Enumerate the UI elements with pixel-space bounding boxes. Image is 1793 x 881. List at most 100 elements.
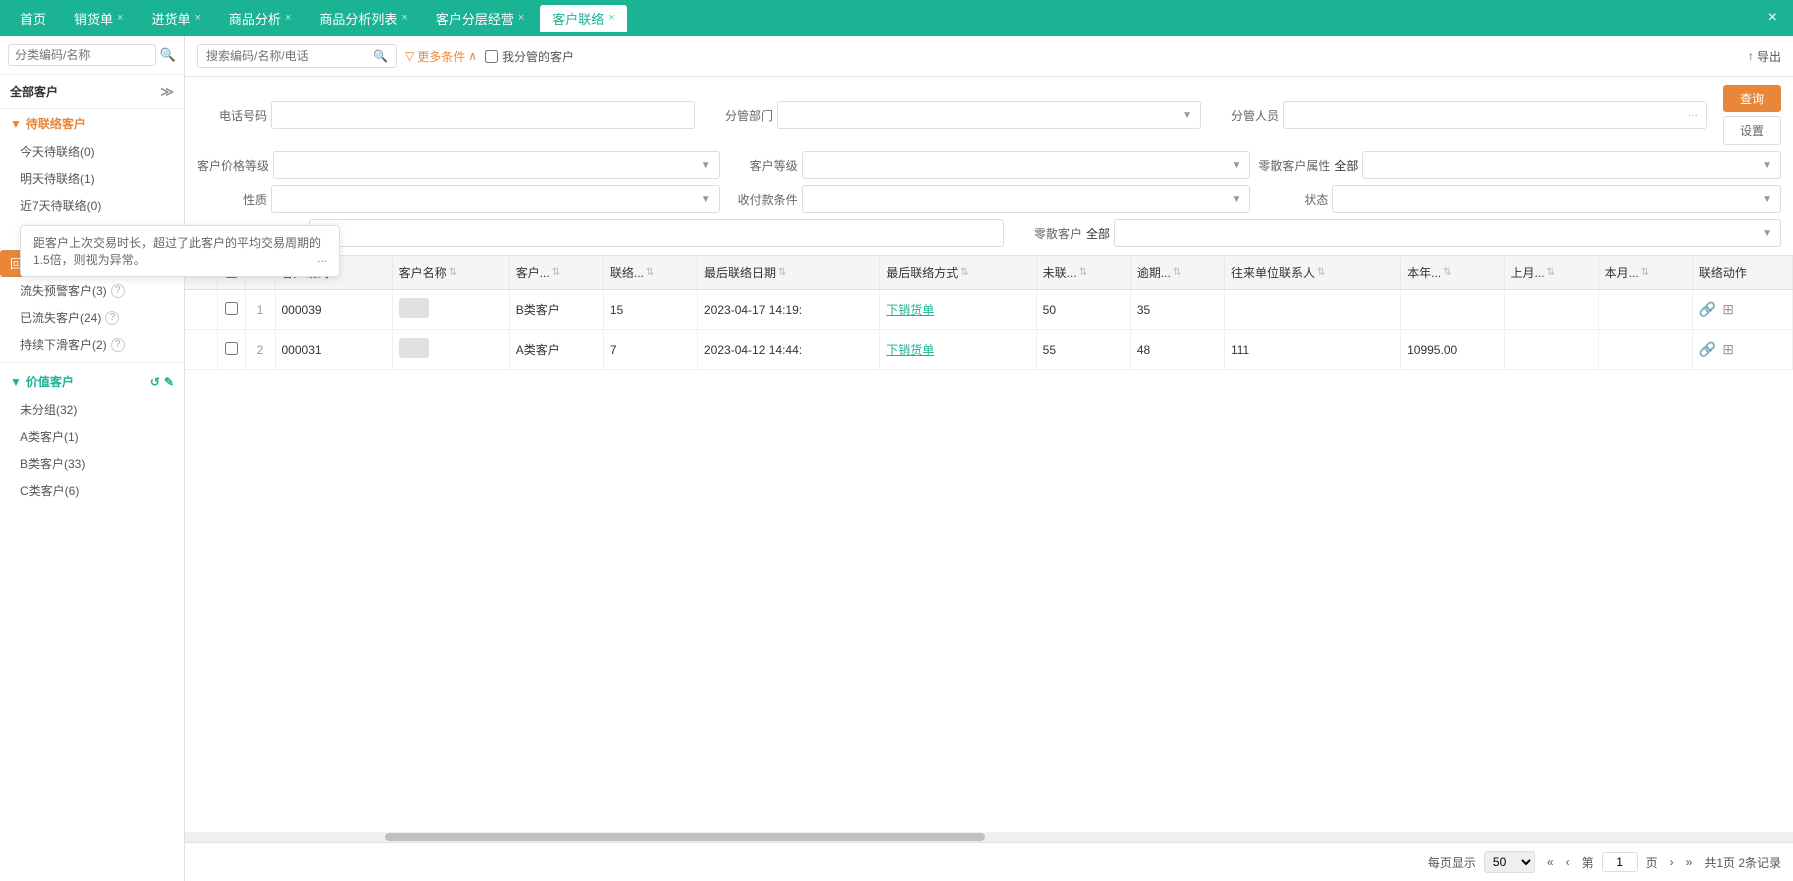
- row2-link-icon[interactable]: 🔗: [1699, 341, 1716, 358]
- nav-tab-home[interactable]: 首页: [8, 5, 58, 32]
- customers-table: ⚙ 客户编码 ⇅ 客户名称 ⇅: [185, 256, 1793, 370]
- export-button[interactable]: ↑ 导出: [1748, 48, 1781, 65]
- branch-person-select[interactable]: ···: [1283, 101, 1707, 129]
- query-button[interactable]: 查询: [1723, 85, 1781, 112]
- filter-row-3: 性质 ▼ 收付款条件 ▼ 状态 ▼: [197, 185, 1781, 213]
- close-sales-tab[interactable]: ×: [117, 12, 123, 24]
- th-contact[interactable]: 联络... ⇅: [603, 256, 697, 290]
- customer-type-select[interactable]: [309, 219, 1004, 247]
- sidebar-item-churned[interactable]: 已流失客户(24) ?: [0, 304, 184, 331]
- th-last-month[interactable]: 上月... ⇅: [1504, 256, 1598, 290]
- my-customers-checkbox[interactable]: 我分管的客户: [485, 48, 574, 65]
- branch-dept-select[interactable]: ▼: [777, 101, 1201, 129]
- row1-method[interactable]: 下销货单: [880, 290, 1036, 330]
- tooltip-close[interactable]: ...: [317, 251, 327, 265]
- th-company-contact[interactable]: 往来单位联系人 ⇅: [1224, 256, 1400, 290]
- sidebar-search-icon[interactable]: 🔍: [160, 47, 176, 63]
- refresh-icon[interactable]: ↺: [150, 375, 160, 389]
- chevron-down-icon-grade: ▼: [1231, 160, 1241, 171]
- sidebar-item-churn-warning[interactable]: 流失预警客户(3) ?: [0, 277, 184, 304]
- retail-attr-select[interactable]: ▼: [1362, 151, 1781, 179]
- content-area: 🔍 ▽ 更多条件 ∧ 我分管的客户 ↑ 导出 电话号码: [185, 36, 1793, 881]
- edit-icon[interactable]: ✎: [164, 375, 174, 389]
- all-customers-label: 全部客户: [10, 83, 58, 100]
- th-customer-type[interactable]: 客户... ⇅: [509, 256, 603, 290]
- gender-select[interactable]: ▼: [271, 185, 720, 213]
- retail-customer-select[interactable]: ▼: [1114, 219, 1781, 247]
- sort-icon-company: ⇅: [1317, 267, 1325, 278]
- filter-search-icon[interactable]: 🔍: [373, 49, 388, 63]
- retail-customer-field: 零散客户 全部 ▼: [1012, 219, 1781, 247]
- phone-input[interactable]: [271, 101, 695, 129]
- sidebar-item-class-c[interactable]: C类客户(6): [0, 477, 184, 504]
- filter-more-conditions[interactable]: ▽ 更多条件 ∧: [405, 48, 477, 65]
- my-customers-check[interactable]: [485, 50, 498, 63]
- row1-link-icon[interactable]: 🔗: [1699, 301, 1716, 318]
- sidebar-collapse-icon[interactable]: ≫: [160, 84, 174, 100]
- filter-search-box: 🔍: [197, 44, 397, 68]
- sidebar-item-7day-contact[interactable]: 近7天待联络(0): [0, 192, 184, 219]
- chevron-down-icon-price: ▼: [701, 160, 711, 171]
- row2-check[interactable]: [225, 342, 238, 355]
- sidebar-search-input[interactable]: [8, 44, 156, 66]
- per-page-select[interactable]: 50 20 100: [1484, 851, 1535, 873]
- payment-select[interactable]: ▼: [802, 185, 1251, 213]
- row2-method[interactable]: 下销货单: [880, 330, 1036, 370]
- sort-icon-uncontacted: ⇅: [1079, 267, 1087, 278]
- nav-tab-purchase[interactable]: 进货单 ×: [139, 5, 212, 32]
- payment-field: 收付款条件 ▼: [728, 185, 1251, 213]
- sidebar-item-class-a[interactable]: A类客户(1): [0, 423, 184, 450]
- last-page-btn[interactable]: »: [1682, 853, 1697, 871]
- row2-num: 2: [245, 330, 275, 370]
- setting-button[interactable]: 设置: [1723, 116, 1781, 145]
- page-number-input[interactable]: [1602, 852, 1638, 872]
- close-customer-tier-tab[interactable]: ×: [518, 12, 524, 24]
- close-product-list-tab[interactable]: ×: [401, 12, 407, 24]
- nav-tab-product-analysis[interactable]: 商品分析 ×: [217, 5, 303, 32]
- table-row: 2 000031 A类客户 7 2023-04-12 14:44: 下销货单 5…: [185, 330, 1793, 370]
- close-all-tabs[interactable]: ×: [1760, 9, 1785, 27]
- close-purchase-tab[interactable]: ×: [194, 12, 200, 24]
- customer-grade-select[interactable]: ▼: [802, 151, 1251, 179]
- th-last-contact-method[interactable]: 最后联络方式 ⇅: [880, 256, 1036, 290]
- sidebar-group-value[interactable]: ▼ 价值客户 ↺ ✎: [0, 367, 184, 396]
- filter-row-1: 电话号码 分管部门 ▼ 分管人员 ··· 查询 设置: [197, 85, 1781, 145]
- row2-grid-icon[interactable]: ⊞: [1722, 341, 1734, 358]
- sidebar-item-declining[interactable]: 持续下滑客户(2) ?: [0, 331, 184, 358]
- nav-tab-sales[interactable]: 销货单 ×: [62, 5, 135, 32]
- first-page-btn[interactable]: «: [1543, 853, 1558, 871]
- th-this-year[interactable]: 本年... ⇅: [1401, 256, 1504, 290]
- nav-tab-customer-contact[interactable]: 客户联络 ×: [540, 5, 626, 32]
- sidebar-group-contact[interactable]: ▼ 待联络客户: [0, 109, 184, 138]
- th-this-month[interactable]: 本月... ⇅: [1598, 256, 1692, 290]
- next-page-btn[interactable]: ›: [1666, 853, 1678, 871]
- th-uncontacted[interactable]: 未联... ⇅: [1036, 256, 1130, 290]
- row1-actions: 🔗 ⊞: [1692, 290, 1792, 330]
- row1-check[interactable]: [225, 302, 238, 315]
- nav-tab-product-list[interactable]: 商品分析列表 ×: [307, 5, 419, 32]
- filter-search-input[interactable]: [206, 49, 369, 63]
- row2-checkbox[interactable]: [217, 330, 245, 370]
- close-customer-contact-tab[interactable]: ×: [608, 12, 614, 24]
- main-layout: 🔍 全部客户 ≫ ▼ 待联络客户 今天待联络(0) 明天待联络(1) 近7天待联…: [0, 36, 1793, 881]
- sort-icon-type: ⇅: [552, 267, 560, 278]
- sidebar-item-tomorrow-contact[interactable]: 明天待联络(1): [0, 165, 184, 192]
- th-last-contact-date[interactable]: 最后联络日期 ⇅: [698, 256, 880, 290]
- close-product-tab[interactable]: ×: [285, 12, 291, 24]
- scroll-thumb[interactable]: [385, 833, 985, 841]
- price-grade-select[interactable]: ▼: [273, 151, 720, 179]
- export-icon: ↑: [1748, 49, 1754, 63]
- nav-tab-customer-tier[interactable]: 客户分层经营 ×: [424, 5, 536, 32]
- filter-row-4: ... 客户类型 零散客户 全部 ▼: [197, 219, 1781, 247]
- th-name[interactable]: 客户名称 ⇅: [392, 256, 509, 290]
- th-overdue[interactable]: 逾期... ⇅: [1130, 256, 1224, 290]
- prev-page-btn[interactable]: ‹: [1562, 853, 1574, 871]
- sidebar-item-class-b[interactable]: B类客户(33): [0, 450, 184, 477]
- row1-grid-icon[interactable]: ⊞: [1722, 301, 1734, 318]
- row1-checkbox[interactable]: [217, 290, 245, 330]
- sidebar-item-unclassified[interactable]: 未分组(32): [0, 396, 184, 423]
- horizontal-scrollbar[interactable]: [185, 832, 1793, 842]
- sidebar-item-today-contact[interactable]: 今天待联络(0): [0, 138, 184, 165]
- info-icon-1: ?: [111, 284, 125, 298]
- status-select[interactable]: ▼: [1332, 185, 1781, 213]
